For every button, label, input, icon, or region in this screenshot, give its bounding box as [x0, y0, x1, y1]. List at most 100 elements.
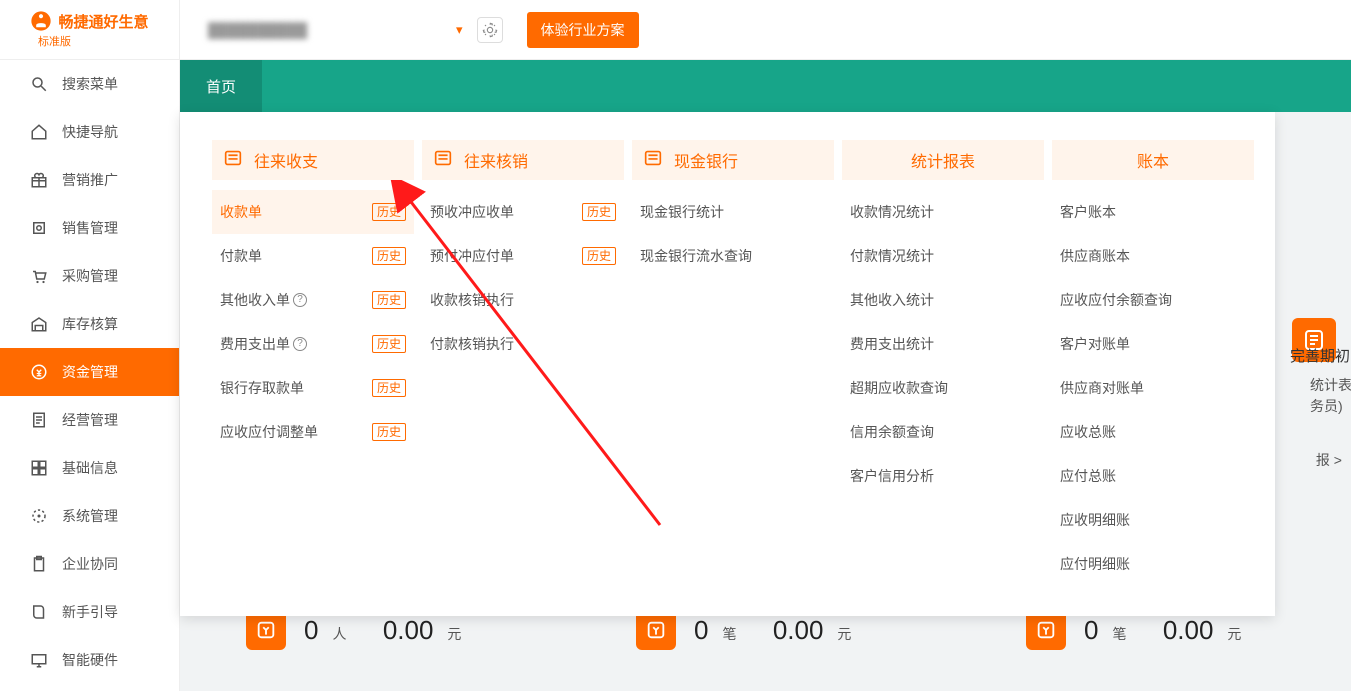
flyout-item[interactable]: 应收总账 — [1052, 410, 1254, 454]
flyout-item[interactable]: 付款单 历史 — [212, 234, 414, 278]
flyout-item[interactable]: 客户账本 — [1052, 190, 1254, 234]
flyout-item[interactable]: 供应商对账单 — [1052, 366, 1254, 410]
top-header: 畅捷通好生意 标准版 ██████████ ▾ 体验行业方案 — [0, 0, 1351, 60]
help-icon[interactable]: ? — [293, 337, 307, 351]
sidebar-item-label: 新手引导 — [62, 602, 118, 622]
flyout-column-title: 现金银行 — [674, 148, 738, 172]
flyout-item[interactable]: 应付总账 — [1052, 454, 1254, 498]
flyout-column-header: 往来收支 — [212, 140, 414, 180]
flyout-item-label: 客户账本 — [1060, 202, 1116, 222]
history-badge[interactable]: 历史 — [582, 203, 616, 221]
history-badge[interactable]: 历史 — [372, 247, 406, 265]
flyout-column-title: 统计报表 — [911, 148, 975, 172]
history-badge[interactable]: 历史 — [372, 423, 406, 441]
clipboard-icon — [30, 555, 48, 573]
sidebar-item-book[interactable]: 新手引导 — [0, 588, 179, 636]
funds-flyout-menu: 往来收支收款单历史付款单历史其他收入单?历史费用支出单?历史银行存取款单历史应收… — [180, 112, 1275, 616]
sidebar-item-label: 智能硬件 — [62, 650, 118, 670]
help-icon[interactable]: ? — [293, 293, 307, 307]
sidebar-item-cart[interactable]: 采购管理 — [0, 252, 179, 300]
flyout-item-label: 供应商对账单 — [1060, 378, 1144, 398]
sidebar-item-chip[interactable]: 销售管理 — [0, 204, 179, 252]
sidebar-item-doc[interactable]: 经营管理 — [0, 396, 179, 444]
flyout-item[interactable]: 现金银行流水查询 — [632, 234, 834, 278]
flyout-item[interactable]: 其他收入统计 — [842, 278, 1044, 322]
flyout-column-title: 往来核销 — [464, 148, 528, 172]
flyout-column-header: 账本 — [1052, 140, 1254, 180]
sidebar-item-label: 营销推广 — [62, 170, 118, 190]
grid-icon — [30, 459, 48, 477]
chip-icon — [30, 219, 48, 237]
flyout-item[interactable]: 银行存取款单历史 — [212, 366, 414, 410]
flyout-item[interactable]: 应收明细账 — [1052, 498, 1254, 542]
history-badge[interactable]: 历史 — [372, 379, 406, 397]
flyout-item[interactable]: 收款单历史 — [212, 190, 414, 234]
flyout-item[interactable]: 预付冲应付单历史 — [422, 234, 624, 278]
flyout-item[interactable]: 收款情况统计 — [842, 190, 1044, 234]
tv-icon — [30, 651, 48, 669]
sidebar-item-money[interactable]: 资金管理 — [0, 348, 179, 396]
history-badge[interactable]: 历史 — [372, 335, 406, 353]
flyout-item[interactable]: 应付明细账 — [1052, 542, 1254, 586]
flyout-item[interactable]: 其他收入单?历史 — [212, 278, 414, 322]
flyout-item-label: 应付明细账 — [1060, 554, 1130, 574]
flyout-column: 现金银行现金银行统计现金银行流水查询 — [632, 140, 834, 596]
flyout-item[interactable]: 供应商账本 — [1052, 234, 1254, 278]
peek-link-2[interactable]: 报 > — [1316, 450, 1342, 470]
stat-values: 0笔 0.00元 — [1084, 615, 1241, 646]
flyout-column-header: 往来核销 — [422, 140, 624, 180]
sidebar-item-gift[interactable]: 营销推广 — [0, 156, 179, 204]
sidebar-item-label: 系统管理 — [62, 506, 118, 526]
flyout-item[interactable]: 付款核销执行 — [422, 322, 624, 366]
cta-button[interactable]: 体验行业方案 — [527, 12, 639, 48]
flyout-item[interactable]: 费用支出统计 — [842, 322, 1044, 366]
flyout-item[interactable]: 应收应付调整单历史 — [212, 410, 414, 454]
flyout-item[interactable]: 付款情况统计 — [842, 234, 1044, 278]
sidebar-item-gear-dash[interactable]: 系统管理 — [0, 492, 179, 540]
flyout-item-label: 应付总账 — [1060, 466, 1116, 486]
flyout-item[interactable]: 客户信用分析 — [842, 454, 1044, 498]
gear-dash-icon — [30, 507, 48, 525]
flyout-item-label: 付款情况统计 — [850, 246, 934, 266]
tab-home[interactable]: 首页 — [180, 60, 262, 112]
settings-gear-icon[interactable] — [477, 17, 503, 43]
flyout-item[interactable]: 收款核销执行 — [422, 278, 624, 322]
sidebar-item-clipboard[interactable]: 企业协同 — [0, 540, 179, 588]
stat-card: 0人 0.00元 — [246, 610, 461, 650]
sidebar-item-label: 经营管理 — [62, 410, 118, 430]
flyout-item-label: 付款核销执行 — [430, 334, 514, 354]
history-badge[interactable]: 历史 — [372, 291, 406, 309]
sidebar-item-home[interactable]: 快捷导航 — [0, 108, 179, 156]
flyout-item[interactable]: 客户对账单 — [1052, 322, 1254, 366]
home-icon — [30, 123, 48, 141]
peek-link-1[interactable]: 统计表务员) — [1310, 375, 1351, 417]
doc-icon — [642, 147, 664, 174]
warehouse-icon — [30, 315, 48, 333]
flyout-column: 往来收支收款单历史付款单历史其他收入单?历史费用支出单?历史银行存取款单历史应收… — [212, 140, 414, 596]
history-badge[interactable]: 历史 — [372, 203, 406, 221]
flyout-item-label: 超期应收款查询 — [850, 378, 948, 398]
flyout-item-label: 收款情况统计 — [850, 202, 934, 222]
flyout-item-label: 付款单 — [220, 246, 262, 266]
flyout-item[interactable]: 现金银行统计 — [632, 190, 834, 234]
book-icon — [30, 603, 48, 621]
sidebar-item-tv[interactable]: 智能硬件 — [0, 636, 179, 684]
flyout-item[interactable]: 费用支出单?历史 — [212, 322, 414, 366]
chevron-down-icon[interactable]: ▾ — [456, 22, 463, 38]
org-switcher[interactable]: ██████████ — [208, 22, 438, 38]
flyout-item[interactable]: 信用余额查询 — [842, 410, 1044, 454]
flyout-item[interactable]: 预收冲应收单历史 — [422, 190, 624, 234]
product-name: 畅捷通好生意 — [58, 11, 148, 32]
flyout-item[interactable]: 应收应付余额查询 — [1052, 278, 1254, 322]
sidebar-item-search[interactable]: 搜索菜单 — [0, 60, 179, 108]
stat-icon — [246, 610, 286, 650]
sidebar-item-warehouse[interactable]: 库存核算 — [0, 300, 179, 348]
sidebar-item-label: 库存核算 — [62, 314, 118, 334]
tab-bar: 首页 — [180, 60, 1351, 112]
flyout-item-label: 应收明细账 — [1060, 510, 1130, 530]
product-edition: 标准版 — [38, 33, 71, 49]
flyout-item[interactable]: 超期应收款查询 — [842, 366, 1044, 410]
flyout-column-header: 统计报表 — [842, 140, 1044, 180]
history-badge[interactable]: 历史 — [582, 247, 616, 265]
sidebar-item-grid[interactable]: 基础信息 — [0, 444, 179, 492]
